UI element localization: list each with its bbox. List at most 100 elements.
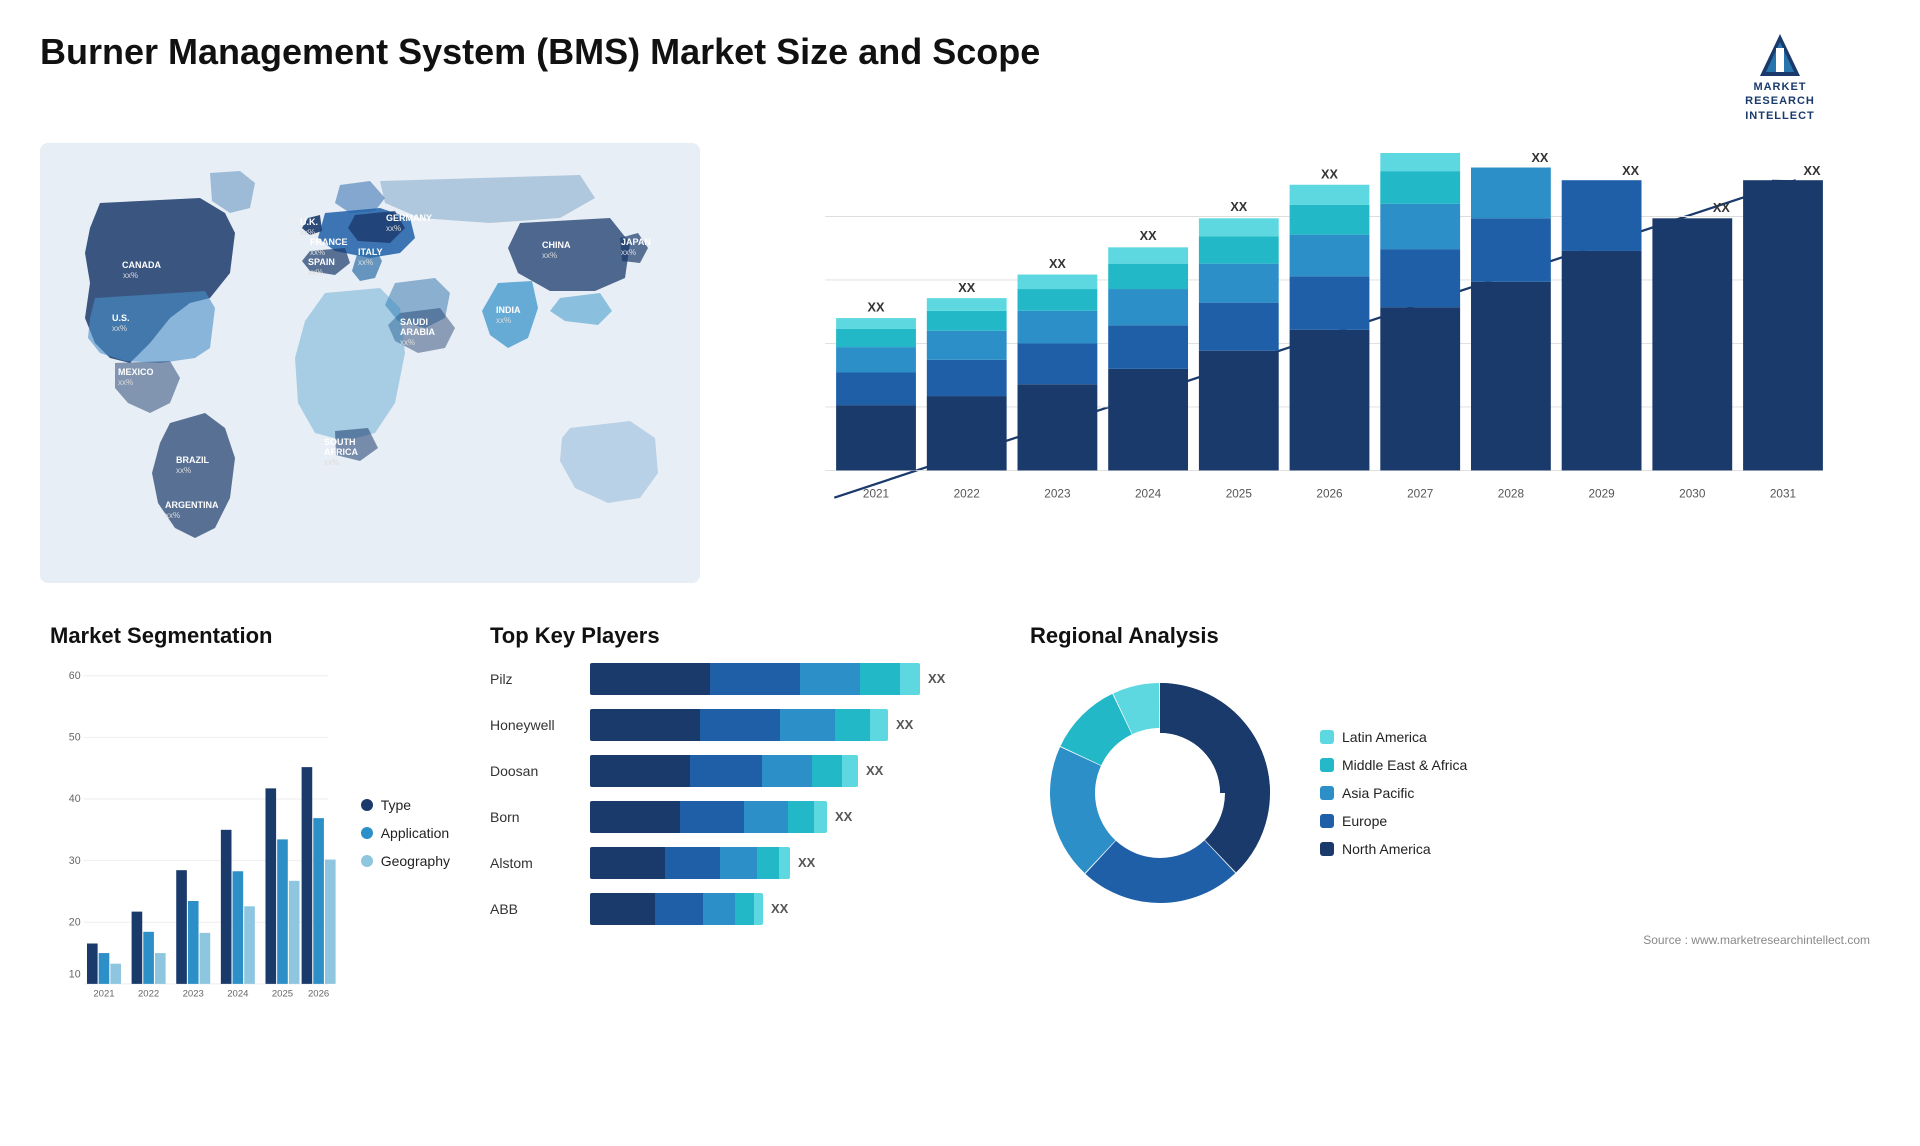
svg-text:2028: 2028 [1498,488,1525,501]
svg-text:xx%: xx% [386,224,401,233]
svg-text:50: 50 [69,731,81,743]
regional-legend: Latin America Middle East & Africa Asia … [1320,729,1467,857]
seg-chart-svg: 60 50 40 30 20 10 [50,663,341,1003]
svg-text:XX: XX [868,301,885,315]
reg-dot-asia [1320,786,1334,800]
svg-text:XX: XX [1804,164,1821,178]
svg-text:2022: 2022 [954,488,980,501]
map-label-japan: JAPAN [621,237,651,247]
player-bar-wrap-honeywell: XX [590,709,990,741]
header: Burner Management System (BMS) Market Si… [40,30,1880,123]
player-row-honeywell: Honeywell XX [490,709,990,741]
bottom-row: Market Segmentation 60 50 40 30 20 10 [40,613,1880,1033]
svg-text:xx%: xx% [324,458,339,467]
svg-text:xx%: xx% [310,248,325,257]
svg-text:xx%: xx% [300,228,315,237]
player-value-doosan: XX [866,763,883,778]
player-name-alstom: Alstom [490,855,580,871]
reg-legend-latin: Latin America [1320,729,1467,745]
svg-text:40: 40 [69,793,81,805]
legend-application: Application [361,825,450,841]
player-bar-wrap-abb: XX [590,893,990,925]
map-label-saudi: SAUDI [400,317,428,327]
map-label-brazil: BRAZIL [176,455,209,465]
player-bar-abb [590,893,763,925]
players-title: Top Key Players [490,623,990,649]
svg-text:xx%: xx% [542,251,557,260]
map-label-us: U.S. [112,313,130,323]
player-name-doosan: Doosan [490,763,580,779]
svg-text:2024: 2024 [1135,488,1162,501]
svg-text:xx%: xx% [358,258,373,267]
svg-text:2025: 2025 [272,989,293,1000]
svg-text:XX: XX [1713,201,1730,215]
map-label-southafrica: SOUTH [324,437,356,447]
svg-text:XX: XX [1531,153,1548,165]
donut-chart [1030,663,1290,923]
svg-text:xx%: xx% [118,378,133,387]
player-value-born: XX [835,809,852,824]
map-label-india: INDIA [496,305,521,315]
player-name-abb: ABB [490,901,580,917]
players-list: Pilz XX Honeywell [490,663,990,925]
logo-text: MARKET RESEARCH INTELLECT [1745,80,1815,123]
bar-chart: XX 2021 XX 2022 XX 2023 XX 20 [730,143,1880,583]
regional-inner: Latin America Middle East & Africa Asia … [1030,663,1870,923]
player-row-abb: ABB XX [490,893,990,925]
map-label-france: FRANCE [310,237,348,247]
svg-text:xx%: xx% [496,316,511,325]
player-name-honeywell: Honeywell [490,717,580,733]
map-label-italy: ITALY [358,247,383,257]
bar-chart-svg: XX 2021 XX 2022 XX 2023 XX 20 [770,153,1860,543]
segmentation-section: Market Segmentation 60 50 40 30 20 10 [40,613,460,1033]
player-value-alstom: XX [798,855,815,870]
svg-text:2030: 2030 [1679,488,1706,501]
reg-legend-mea: Middle East & Africa [1320,757,1467,773]
svg-text:XX: XX [1230,200,1247,214]
source-text: Source : www.marketresearchintellect.com [1030,933,1870,947]
reg-dot-na [1320,842,1334,856]
svg-text:2023: 2023 [183,989,204,1000]
reg-legend-na: North America [1320,841,1467,857]
world-map: CANADA xx% U.S. xx% MEXICO xx% BRAZIL xx… [40,143,700,583]
svg-text:2023: 2023 [1044,488,1071,501]
svg-text:20: 20 [69,916,81,928]
svg-text:2025: 2025 [1226,488,1253,501]
player-row-alstom: Alstom XX [490,847,990,879]
player-row-born: Born XX [490,801,990,833]
player-bar-wrap-born: XX [590,801,990,833]
svg-text:AFRICA: AFRICA [324,447,358,457]
svg-text:2021: 2021 [863,488,889,501]
reg-dot-mea [1320,758,1334,772]
player-row-doosan: Doosan XX [490,755,990,787]
player-name-pilz: Pilz [490,671,580,687]
svg-text:2024: 2024 [227,989,249,1000]
reg-dot-latin [1320,730,1334,744]
svg-text:xx%: xx% [112,324,127,333]
svg-text:XX: XX [958,281,975,295]
player-bar-honeywell [590,709,888,741]
svg-text:2026: 2026 [1316,488,1343,501]
svg-text:xx%: xx% [621,248,636,257]
player-bar-pilz [590,663,920,695]
svg-text:ARABIA: ARABIA [400,327,435,337]
regional-section: Regional Analysis [1020,613,1880,1033]
reg-dot-europe [1320,814,1334,828]
svg-text:xx%: xx% [308,268,323,277]
player-bar-doosan [590,755,858,787]
svg-text:2031: 2031 [1770,488,1796,501]
player-name-born: Born [490,809,580,825]
player-bar-born [590,801,827,833]
player-bar-wrap-pilz: XX [590,663,990,695]
top-row: CANADA xx% U.S. xx% MEXICO xx% BRAZIL xx… [40,143,1880,583]
logo: MARKET RESEARCH INTELLECT [1680,30,1880,123]
svg-text:30: 30 [69,855,81,867]
svg-text:xx%: xx% [123,271,138,280]
map-label-spain: SPAIN [308,257,335,267]
svg-text:xx%: xx% [165,511,180,520]
svg-text:2029: 2029 [1588,488,1614,501]
regional-title: Regional Analysis [1030,623,1870,649]
svg-text:2022: 2022 [138,989,159,1000]
svg-text:10: 10 [69,968,81,980]
map-svg: CANADA xx% U.S. xx% MEXICO xx% BRAZIL xx… [40,143,700,583]
